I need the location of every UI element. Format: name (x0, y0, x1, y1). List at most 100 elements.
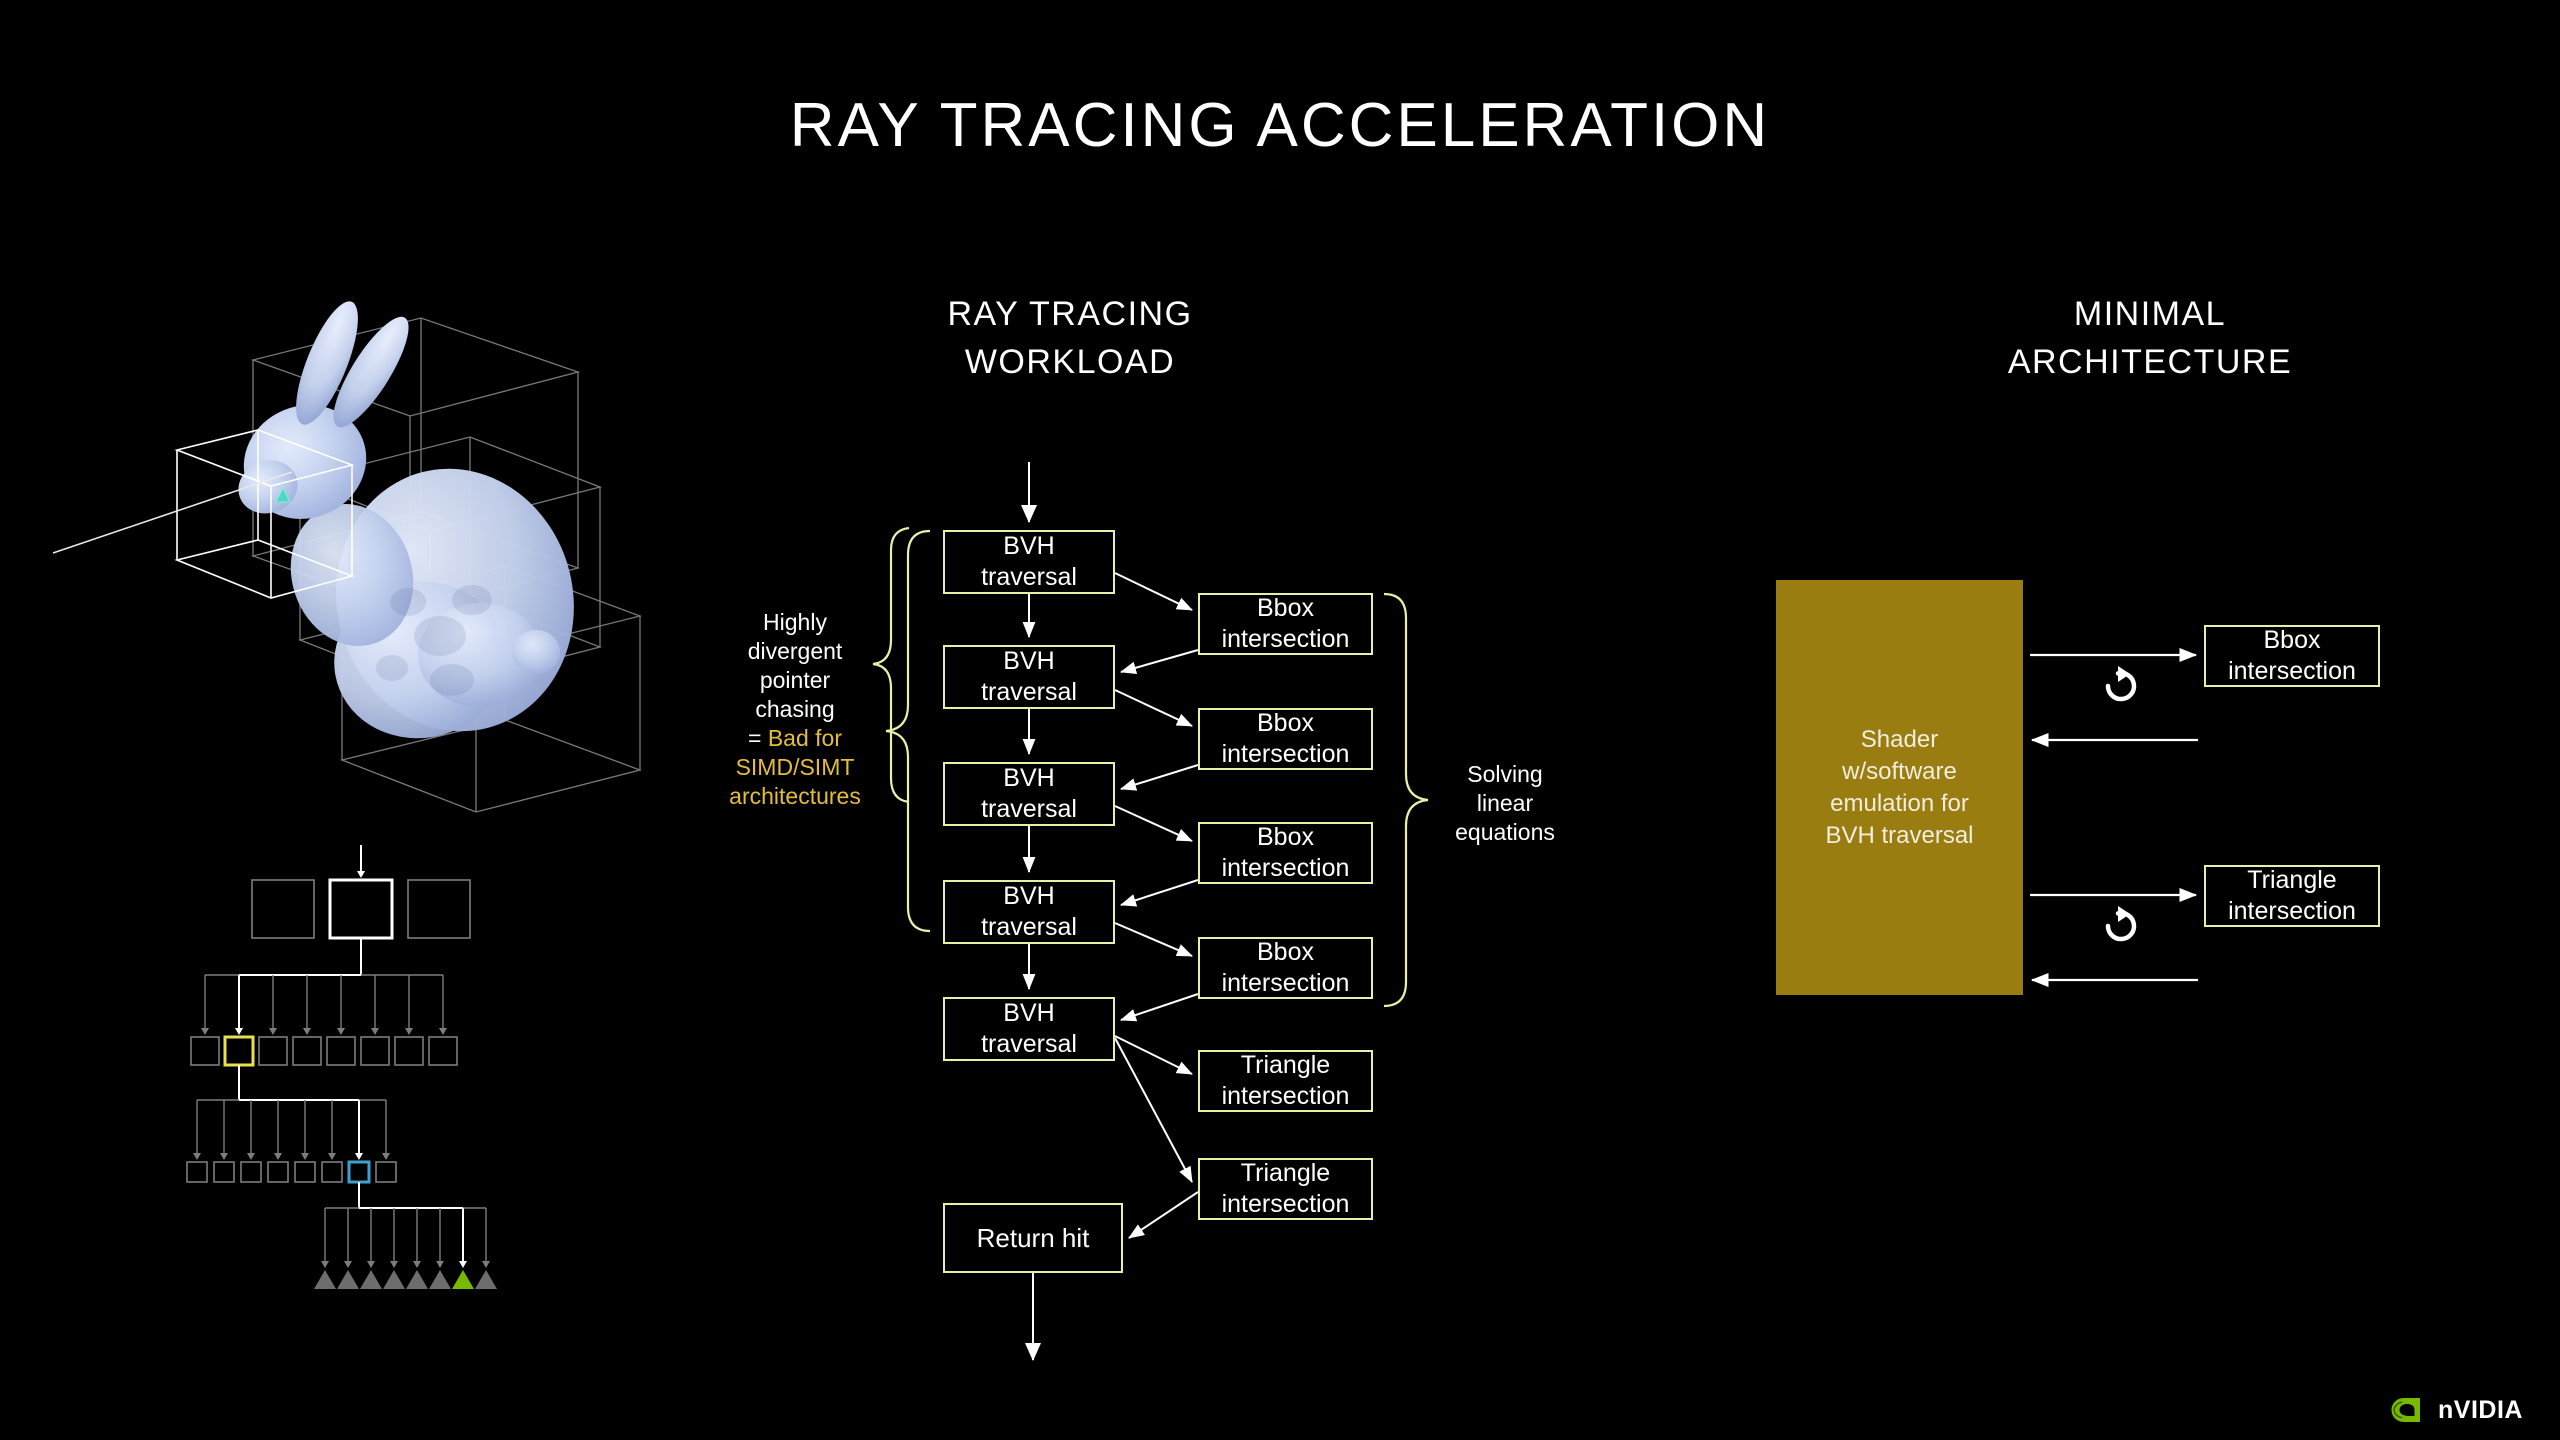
shader-software-emulation-box[interactable]: Shader w/software emulation for BVH trav… (1776, 580, 2023, 995)
box-line-2: intersection (1221, 740, 1350, 768)
box-line-1: BVH (1003, 647, 1055, 675)
bbox-intersection-box-3[interactable]: Bbox intersection (1198, 822, 1373, 884)
column-heading-ray-tracing-workload: RAY TRACING WORKLOAD (880, 290, 1260, 386)
tree-edge-arrowhead (193, 1153, 201, 1160)
bbox-intersection-box-4[interactable]: Bbox intersection (1198, 937, 1373, 999)
tree-leaf-triangle (314, 1270, 336, 1289)
tree-node-highlighted (347, 1160, 371, 1184)
tree-node (292, 1036, 322, 1066)
box-line-1: BVH (1003, 532, 1055, 560)
tree-edge-arrowhead (301, 1153, 309, 1160)
box-line-2: intersection (1221, 969, 1350, 997)
tree-edge-arrowhead (337, 1028, 345, 1035)
tree-leaf-triangle-hit (452, 1270, 474, 1289)
box-line-2: traversal (981, 795, 1077, 823)
tree-node (294, 1161, 316, 1183)
tree-edge-arrowhead (235, 1028, 243, 1035)
note-line-1: Solving (1467, 761, 1543, 787)
tree-edge-arrowhead (328, 1153, 336, 1160)
tree-edge-arrowhead (201, 1028, 209, 1035)
box-line-2: intersection (2228, 657, 2356, 685)
divergent-pointer-chasing-note: Highly divergent pointer chasing = Bad f… (700, 608, 890, 811)
tree-edge-arrowhead (367, 1261, 375, 1268)
tree-node (190, 1036, 220, 1066)
box-line-1: Bbox (1257, 709, 1314, 737)
box-line-2: traversal (981, 678, 1077, 706)
box-line-1: Bbox (1257, 823, 1314, 851)
box-line-1: BVH (1003, 999, 1055, 1027)
note-line-3: equations (1455, 819, 1555, 845)
tree-edge-arrowhead (405, 1028, 413, 1035)
note-line-1: Highly (763, 609, 827, 635)
tree-edge-arrowhead (220, 1153, 228, 1160)
bbox-intersection-box-1[interactable]: Bbox intersection (1198, 593, 1373, 655)
shader-line-3: emulation for (1830, 789, 1969, 817)
page-title: RAY TRACING ACCELERATION (789, 91, 1771, 160)
box-line-2: intersection (1221, 625, 1350, 653)
bvh-traversal-box-4[interactable]: BVH traversal (943, 880, 1115, 944)
slide-canvas: RAY TRACING ACCELERATION RAY TRACING WOR… (0, 0, 2560, 1440)
note-line-5: = Bad for (700, 724, 890, 753)
solving-linear-equations-note: Solving linear equations (1420, 760, 1590, 847)
tree-node (267, 1161, 289, 1183)
tree-edge-arrowhead (321, 1261, 329, 1268)
tree-edge-arrowhead (274, 1153, 282, 1160)
box-line-1: BVH (1003, 764, 1055, 792)
equals-sign: = (748, 725, 762, 751)
note-gold-1: Bad for (767, 725, 842, 751)
shader-line-1: Shader (1860, 725, 1939, 753)
box-line-2: intersection (1221, 1190, 1350, 1218)
tree-edge-arrowhead (413, 1261, 421, 1268)
tree-node (360, 1036, 390, 1066)
bbox-intersection-box-2[interactable]: Bbox intersection (1198, 708, 1373, 770)
bvh-traversal-box-2[interactable]: BVH traversal (943, 645, 1115, 709)
tree-node (186, 1161, 208, 1183)
note-gold-2: SIMD/SIMT (735, 754, 855, 780)
note-gold-3: architectures (729, 783, 861, 809)
tree-edge-arrowhead (382, 1153, 390, 1160)
minimal-bbox-intersection-box[interactable]: Bbox intersection (2204, 625, 2380, 687)
bvh-traversal-box-3[interactable]: BVH traversal (943, 762, 1115, 826)
tree-node (258, 1036, 288, 1066)
box-line-2: traversal (981, 563, 1077, 591)
note-line-2: divergent (747, 638, 843, 664)
box-line-1: Bbox (1257, 594, 1314, 622)
tree-node (375, 1161, 397, 1183)
hit-triangle-icon (276, 488, 290, 502)
tree-edge-arrowhead (344, 1261, 352, 1268)
column-heading-minimal-architecture: MINIMAL ARCHITECTURE (1950, 290, 2350, 386)
tree-node-highlighted (223, 1035, 255, 1067)
box-line-1: Triangle (2247, 866, 2337, 894)
shader-line-2: w/software (1842, 757, 1957, 785)
tree-leaf-triangle (429, 1270, 451, 1289)
triangle-intersection-box-2[interactable]: Triangle intersection (1198, 1158, 1373, 1220)
box-line-1: Triangle (1240, 1159, 1331, 1187)
ray-line (52, 471, 293, 554)
tree-node-highlighted (328, 878, 394, 940)
tree-node (407, 879, 471, 939)
nvidia-eye-icon (2391, 1398, 2420, 1422)
tree-leaf-triangle (360, 1270, 382, 1289)
tree-edge-arrowhead (371, 1028, 379, 1035)
minimal-triangle-intersection-box[interactable]: Triangle intersection (2204, 865, 2380, 927)
bvh-traversal-box-1[interactable]: BVH traversal (943, 530, 1115, 594)
tree-node (428, 1036, 458, 1066)
box-line-1: Return hit (976, 1222, 1090, 1253)
tree-edge-arrowhead (436, 1261, 444, 1268)
box-line-2: intersection (1221, 1082, 1350, 1110)
tree-edge-arrowhead (355, 1153, 363, 1160)
column-heading-line-1: MINIMAL (2073, 295, 2227, 333)
bvh-traversal-box-5[interactable]: BVH traversal (943, 997, 1115, 1061)
loop-arrow-icon (2105, 670, 2137, 702)
triangle-intersection-box-1[interactable]: Triangle intersection (1198, 1050, 1373, 1112)
box-line-1: Triangle (1240, 1051, 1331, 1079)
loop-arrow-head-icon-2 (2118, 906, 2130, 922)
tree-leaf-triangle (383, 1270, 405, 1289)
tree-node (213, 1161, 235, 1183)
tree-node (251, 879, 315, 939)
box-line-1: BVH (1003, 882, 1055, 910)
return-hit-box[interactable]: Return hit (943, 1203, 1123, 1273)
column-heading-line-2: ARCHITECTURE (2007, 343, 2293, 381)
note-line-3: pointer (759, 667, 831, 693)
tree-edge-arrowhead (459, 1261, 467, 1268)
